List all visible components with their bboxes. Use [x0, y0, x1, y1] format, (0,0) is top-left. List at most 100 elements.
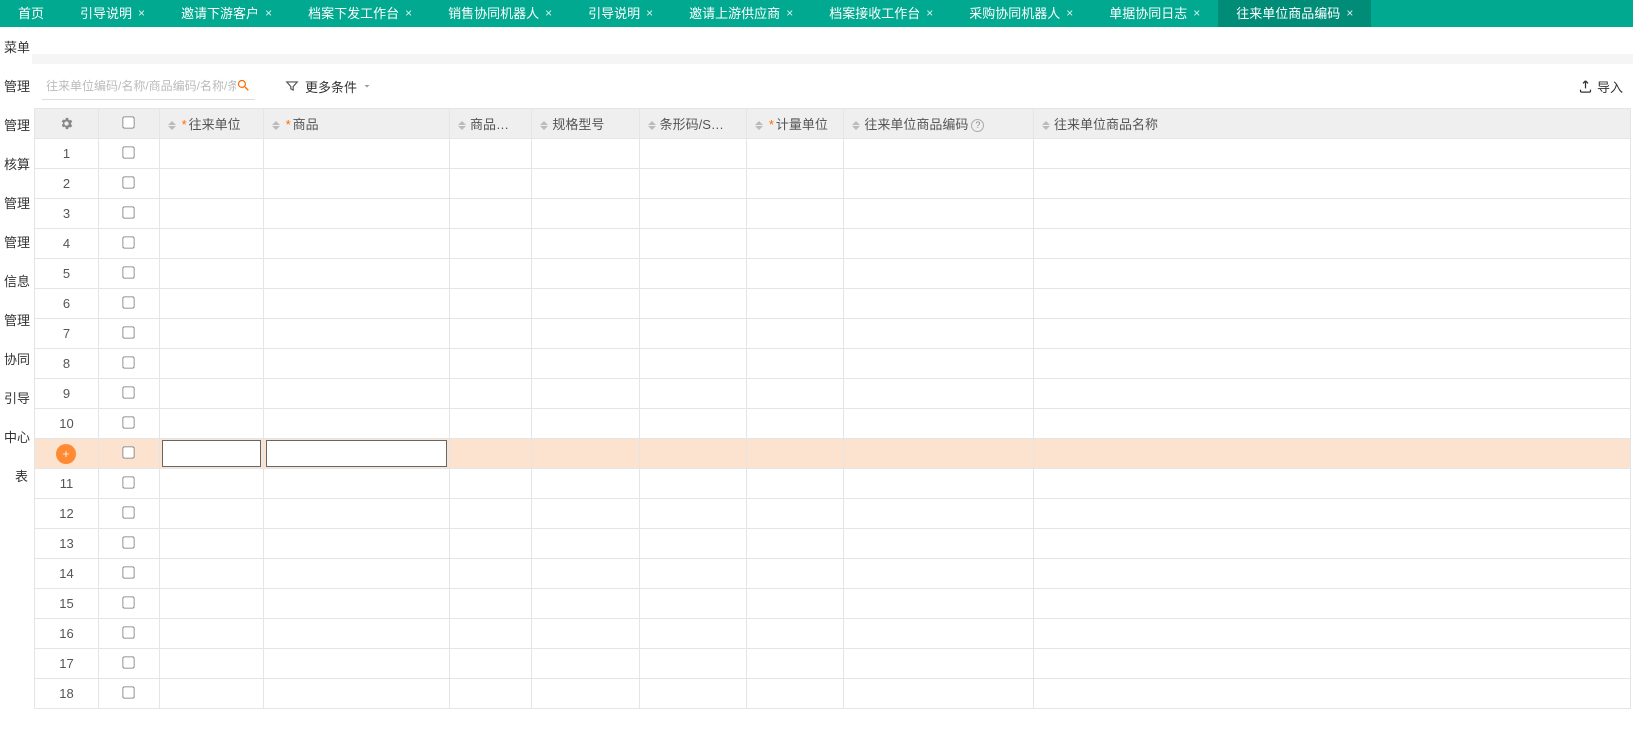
sort-icon[interactable]: [272, 121, 280, 130]
table-row[interactable]: 6: [35, 289, 1631, 319]
sidebar-item[interactable]: 管理: [0, 66, 32, 105]
row-checkbox[interactable]: [123, 146, 135, 158]
close-icon[interactable]: ×: [265, 0, 272, 27]
row-checkbox[interactable]: [123, 296, 135, 308]
sidebar-item[interactable]: 管理: [0, 183, 32, 222]
close-icon[interactable]: ×: [405, 0, 412, 27]
table-row[interactable]: 11: [35, 469, 1631, 499]
table-row[interactable]: 16: [35, 619, 1631, 649]
help-icon[interactable]: ?: [971, 119, 984, 132]
sidebar-item[interactable]: 管理: [0, 222, 32, 261]
column-header[interactable]: 往来单位商品名称: [1033, 109, 1630, 139]
tab[interactable]: 单据协同日志×: [1091, 0, 1218, 27]
sidebar-item[interactable]: 引导: [0, 378, 32, 417]
sidebar-item[interactable]: 信息: [0, 261, 32, 300]
close-icon[interactable]: ×: [545, 0, 552, 27]
close-icon[interactable]: ×: [926, 0, 933, 27]
table-row[interactable]: 7: [35, 319, 1631, 349]
row-checkbox[interactable]: [123, 446, 135, 458]
row-checkbox[interactable]: [123, 386, 135, 398]
close-icon[interactable]: ×: [1193, 0, 1200, 27]
table-row[interactable]: 9: [35, 379, 1631, 409]
search-icon[interactable]: [236, 78, 251, 93]
tab[interactable]: 往来单位商品编码×: [1218, 0, 1371, 27]
table-row[interactable]: 3: [35, 199, 1631, 229]
sort-icon[interactable]: [458, 121, 466, 130]
search-input[interactable]: [46, 73, 236, 99]
tab[interactable]: 首页: [0, 0, 62, 27]
row-checkbox[interactable]: [123, 566, 135, 578]
row-checkbox[interactable]: [123, 626, 135, 638]
editable-cell: [159, 439, 263, 469]
tab[interactable]: 档案下发工作台×: [290, 0, 430, 27]
row-checkbox[interactable]: [123, 356, 135, 368]
sort-icon[interactable]: [648, 121, 656, 130]
gear-icon[interactable]: [43, 109, 90, 138]
export-button[interactable]: 导入: [1578, 77, 1623, 96]
sidebar-item[interactable]: 协同: [0, 339, 32, 378]
tab[interactable]: 销售协同机器人×: [430, 0, 570, 27]
table-row[interactable]: 14: [35, 559, 1631, 589]
column-header[interactable]: 规格型号: [532, 109, 639, 139]
column-header[interactable]: 往来单位商品编码?: [844, 109, 1034, 139]
row-checkbox[interactable]: [123, 206, 135, 218]
cell-input[interactable]: [162, 440, 261, 467]
row-checkbox[interactable]: [123, 176, 135, 188]
column-header[interactable]: *商品: [263, 109, 449, 139]
sort-icon[interactable]: [852, 121, 860, 130]
more-filter-toggle[interactable]: 更多条件: [285, 77, 379, 96]
tab[interactable]: 引导说明×: [570, 0, 671, 27]
cell-input[interactable]: [266, 440, 447, 467]
sidebar-item[interactable]: 管理: [0, 300, 32, 339]
add-row-button[interactable]: [56, 444, 76, 464]
row-checkbox[interactable]: [123, 266, 135, 278]
table-row[interactable]: [35, 439, 1631, 469]
column-header[interactable]: *计量单位: [746, 109, 844, 139]
row-checkbox[interactable]: [123, 686, 135, 698]
select-all-checkbox[interactable]: [123, 116, 135, 128]
column-header[interactable]: *往来单位: [159, 109, 263, 139]
data-cell: [1033, 469, 1630, 499]
close-icon[interactable]: ×: [1066, 0, 1073, 27]
row-checkbox[interactable]: [123, 476, 135, 488]
table-row[interactable]: 2: [35, 169, 1631, 199]
table-row[interactable]: 12: [35, 499, 1631, 529]
close-icon[interactable]: ×: [786, 0, 793, 27]
sidebar-item[interactable]: 菜单: [0, 27, 32, 66]
data-cell: [263, 679, 449, 709]
close-icon[interactable]: ×: [646, 0, 653, 27]
table-row[interactable]: 5: [35, 259, 1631, 289]
tab[interactable]: 采购协同机器人×: [951, 0, 1091, 27]
column-header[interactable]: 商品…: [449, 109, 531, 139]
sidebar-item[interactable]: 管理: [0, 105, 32, 144]
sort-icon[interactable]: [540, 121, 548, 130]
table-row[interactable]: 17: [35, 649, 1631, 679]
table-row[interactable]: 4: [35, 229, 1631, 259]
sidebar-item[interactable]: 中心: [0, 417, 32, 456]
sort-icon[interactable]: [1042, 121, 1050, 130]
tab[interactable]: 档案接收工作台×: [811, 0, 951, 27]
row-checkbox[interactable]: [123, 236, 135, 248]
table-row[interactable]: 1: [35, 139, 1631, 169]
tab[interactable]: 邀请上游供应商×: [671, 0, 811, 27]
row-checkbox[interactable]: [123, 416, 135, 428]
sidebar-item[interactable]: 核算: [0, 144, 32, 183]
sidebar-item[interactable]: 表: [0, 456, 32, 495]
close-icon[interactable]: ×: [1346, 0, 1353, 27]
sort-icon[interactable]: [755, 121, 763, 130]
column-header[interactable]: 条形码/S…: [639, 109, 746, 139]
sort-icon[interactable]: [168, 121, 176, 130]
tab[interactable]: 邀请下游客户×: [163, 0, 290, 27]
table-row[interactable]: 15: [35, 589, 1631, 619]
table-row[interactable]: 8: [35, 349, 1631, 379]
row-checkbox[interactable]: [123, 596, 135, 608]
table-row[interactable]: 13: [35, 529, 1631, 559]
row-checkbox[interactable]: [123, 536, 135, 548]
row-checkbox[interactable]: [123, 656, 135, 668]
row-checkbox[interactable]: [123, 506, 135, 518]
table-row[interactable]: 18: [35, 679, 1631, 709]
table-row[interactable]: 10: [35, 409, 1631, 439]
tab[interactable]: 引导说明×: [62, 0, 163, 27]
row-checkbox[interactable]: [123, 326, 135, 338]
close-icon[interactable]: ×: [138, 0, 145, 27]
